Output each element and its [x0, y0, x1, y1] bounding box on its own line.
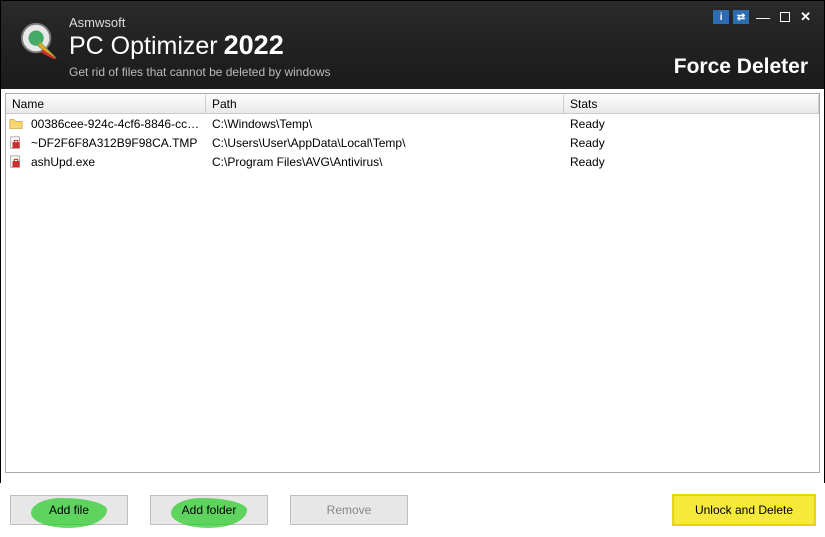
language-icon[interactable]: ⇄ — [733, 10, 749, 24]
add-folder-button[interactable]: Add folder — [150, 495, 268, 525]
brand-label: Asmwsoft — [69, 15, 808, 30]
product-name: PC Optimizer — [69, 32, 218, 61]
toolbar: Add file Add folder Remove Unlock and De… — [0, 483, 825, 537]
list-header: Name Path Stats — [6, 94, 819, 114]
cell-name: ~DF2F6F8A312B9F98CA.TMP — [25, 135, 206, 151]
cell-name: 00386cee-924c-4cf6-8846-ccab2... — [25, 116, 206, 132]
add-file-button[interactable]: Add file — [10, 495, 128, 525]
close-button[interactable]: ✕ — [797, 9, 814, 25]
column-header-stats[interactable]: Stats — [564, 95, 819, 113]
cell-stats: Ready — [564, 154, 819, 170]
column-header-name[interactable]: Name — [6, 95, 206, 113]
cell-path: C:\Program Files\AVG\Antivirus\ — [206, 154, 564, 170]
table-row[interactable]: ashUpd.exeC:\Program Files\AVG\Antivirus… — [6, 152, 819, 171]
feature-title: Force Deleter — [674, 55, 808, 79]
cell-stats: Ready — [564, 135, 819, 151]
table-row[interactable]: 00386cee-924c-4cf6-8846-ccab2...C:\Windo… — [6, 114, 819, 133]
cell-path: C:\Windows\Temp\ — [206, 116, 564, 132]
unlock-delete-button[interactable]: Unlock and Delete — [673, 495, 815, 525]
cell-name: ashUpd.exe — [25, 154, 206, 170]
maximize-button[interactable] — [780, 12, 790, 22]
cell-stats: Ready — [564, 116, 819, 132]
app-header: Asmwsoft PC Optimizer 2022 Get rid of fi… — [1, 1, 824, 89]
cell-path: C:\Users\User\AppData\Local\Temp\ — [206, 135, 564, 151]
folder-icon — [9, 117, 23, 131]
file-locked-icon — [9, 155, 23, 169]
info-icon[interactable]: i — [713, 10, 729, 24]
file-list[interactable]: Name Path Stats 00386cee-924c-4cf6-8846-… — [5, 93, 820, 473]
remove-button[interactable]: Remove — [290, 495, 408, 525]
table-row[interactable]: ~DF2F6F8A312B9F98CA.TMPC:\Users\User\App… — [6, 133, 819, 152]
app-logo-icon — [19, 21, 57, 59]
product-year: 2022 — [224, 30, 284, 61]
column-header-path[interactable]: Path — [206, 95, 564, 113]
minimize-button[interactable]: — — [753, 9, 773, 25]
window-controls: i ⇄ — ✕ — [713, 9, 814, 25]
file-locked-icon — [9, 136, 23, 150]
